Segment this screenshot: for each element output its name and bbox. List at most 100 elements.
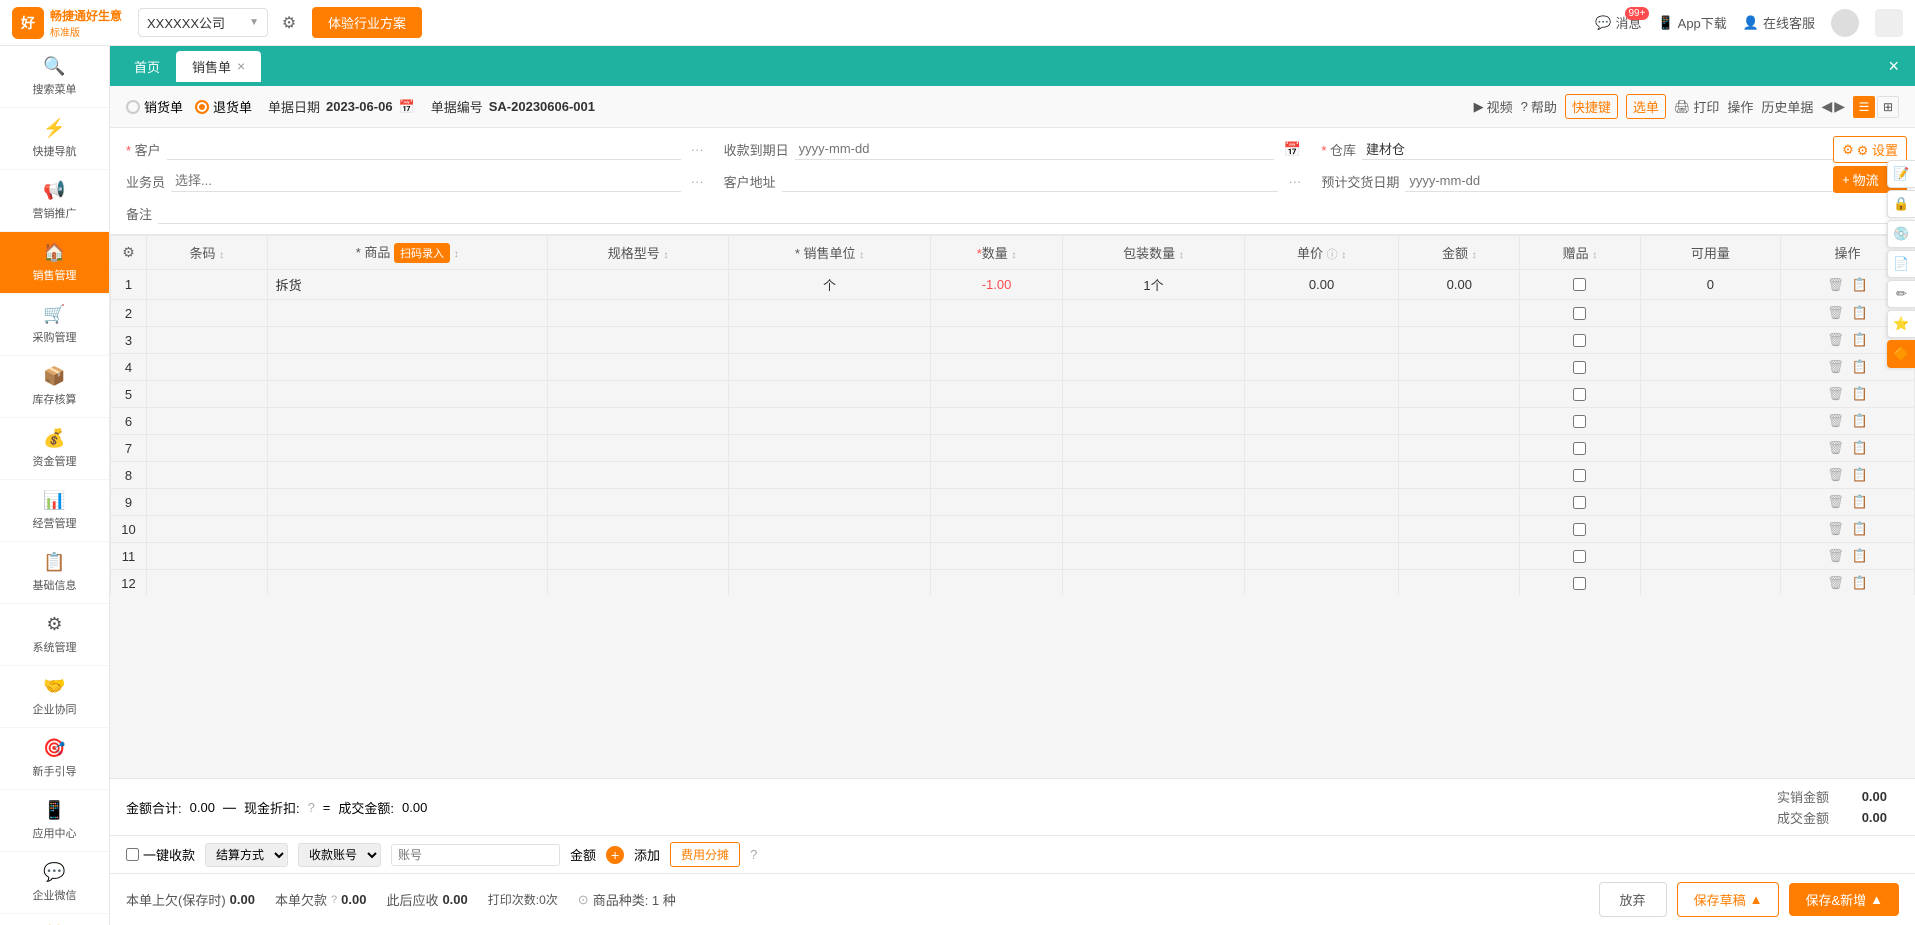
row-qty-11[interactable] — [930, 570, 1062, 596]
nav-next-icon[interactable]: ▶ — [1834, 98, 1845, 115]
select-btn[interactable]: 选单 — [1626, 94, 1666, 119]
row-specs-5[interactable] — [547, 408, 728, 435]
print-btn[interactable]: 🖨 打印 — [1674, 97, 1720, 116]
row-qty-7[interactable] — [930, 462, 1062, 489]
row-gift-4[interactable] — [1520, 381, 1641, 408]
help-btn[interactable]: ? 帮助 — [1521, 97, 1557, 116]
row-copy-icon-7[interactable]: 📋 — [1851, 467, 1867, 482]
sidebar-item-wechat[interactable]: 💬 企业微信 — [0, 852, 109, 914]
payment-date-input[interactable] — [795, 138, 1274, 160]
row-delete-icon-8[interactable]: 🗑 — [1827, 494, 1844, 509]
price-info-icon[interactable]: ⓘ — [1327, 249, 1338, 261]
customer-dots-icon[interactable]: ··· — [691, 142, 704, 157]
sidebar-item-quicknav[interactable]: ⚡ 快捷导航 — [0, 108, 109, 170]
row-goods-0[interactable]: 拆货 — [267, 270, 547, 300]
row-unit-7[interactable] — [729, 462, 931, 489]
row-gift-7[interactable] — [1520, 462, 1641, 489]
user-menu[interactable] — [1875, 9, 1903, 37]
row-copy-icon-4[interactable]: 📋 — [1851, 386, 1867, 401]
row-delete-icon-9[interactable]: 🗑 — [1827, 521, 1844, 536]
gift-checkbox-6[interactable] — [1573, 442, 1586, 455]
row-gift-11[interactable] — [1520, 570, 1641, 596]
discard-button[interactable]: 放弃 — [1599, 882, 1667, 917]
row-unit-0[interactable]: 个 — [729, 270, 931, 300]
row-pkg-qty-11[interactable] — [1063, 570, 1244, 596]
row-specs-7[interactable] — [547, 462, 728, 489]
sort-unit-icon[interactable]: ↕ — [859, 250, 864, 261]
message-btn[interactable]: 💬 消息 99+ — [1595, 13, 1641, 32]
sidebar-item-apps[interactable]: 📱 应用中心 — [0, 790, 109, 852]
row-delete-icon-2[interactable]: 🗑 — [1827, 332, 1844, 347]
sidebar-item-sales[interactable]: 🏠 销售管理 — [0, 232, 109, 294]
radio-sale[interactable]: 销货单 — [126, 97, 183, 116]
row-price-4[interactable] — [1244, 381, 1399, 408]
row-price-5[interactable] — [1244, 408, 1399, 435]
save-new-button[interactable]: 保存&新增 ▲ — [1789, 883, 1899, 916]
view-grid-icon[interactable]: ⊞ — [1877, 96, 1899, 118]
customer-input[interactable] — [167, 138, 681, 160]
row-price-3[interactable] — [1244, 354, 1399, 381]
row-amount-9[interactable] — [1399, 516, 1520, 543]
row-barcode-1[interactable] — [147, 300, 268, 327]
sidebar-item-purchase[interactable]: 🛒 采购管理 — [0, 294, 109, 356]
row-delete-icon-11[interactable]: 🗑 — [1827, 575, 1844, 590]
row-goods-11[interactable] — [267, 570, 547, 596]
row-amount-1[interactable] — [1399, 300, 1520, 327]
row-amount-11[interactable] — [1399, 570, 1520, 596]
calendar-icon[interactable]: 📅 — [399, 99, 415, 115]
sidebar-item-basic[interactable]: 📋 基础信息 — [0, 542, 109, 604]
gift-checkbox-10[interactable] — [1573, 550, 1586, 563]
right-panel-btn-2[interactable]: 🔒 — [1887, 190, 1915, 218]
right-panel-btn-1[interactable]: 📝 — [1887, 160, 1915, 188]
row-goods-4[interactable] — [267, 381, 547, 408]
row-goods-5[interactable] — [267, 408, 547, 435]
row-qty-5[interactable] — [930, 408, 1062, 435]
row-qty-0[interactable]: -1.00 — [930, 270, 1062, 300]
row-pkg-qty-0[interactable]: 1个 — [1063, 270, 1244, 300]
row-gift-9[interactable] — [1520, 516, 1641, 543]
row-pkg-qty-7[interactable] — [1063, 462, 1244, 489]
row-barcode-11[interactable] — [147, 570, 268, 596]
row-delete-icon-3[interactable]: 🗑 — [1827, 359, 1844, 374]
row-price-1[interactable] — [1244, 300, 1399, 327]
nav-prev-icon[interactable]: ◀ — [1821, 98, 1832, 115]
close-all-icon[interactable]: × — [1880, 56, 1907, 77]
row-delete-icon-5[interactable]: 🗑 — [1827, 413, 1844, 428]
row-barcode-2[interactable] — [147, 327, 268, 354]
row-goods-6[interactable] — [267, 435, 547, 462]
row-specs-2[interactable] — [547, 327, 728, 354]
row-amount-4[interactable] — [1399, 381, 1520, 408]
sidebar-item-finance[interactable]: 💰 资金管理 — [0, 418, 109, 480]
payment-calendar-icon[interactable]: 📅 — [1284, 141, 1301, 158]
row-specs-1[interactable] — [547, 300, 728, 327]
th-settings[interactable]: ⚙ — [111, 236, 147, 270]
row-goods-2[interactable] — [267, 327, 547, 354]
online-service-btn[interactable]: 👤 在线客服 — [1743, 13, 1815, 32]
row-barcode-5[interactable] — [147, 408, 268, 435]
row-specs-6[interactable] — [547, 435, 728, 462]
row-goods-8[interactable] — [267, 489, 547, 516]
gift-checkbox-2[interactable] — [1573, 334, 1586, 347]
row-amount-10[interactable] — [1399, 543, 1520, 570]
row-gift-6[interactable] — [1520, 435, 1641, 462]
sidebar-item-marketing[interactable]: 📢 营销推广 — [0, 170, 109, 232]
row-gift-0[interactable] — [1520, 270, 1641, 300]
row-unit-6[interactable] — [729, 435, 931, 462]
row-goods-7[interactable] — [267, 462, 547, 489]
row-amount-6[interactable] — [1399, 435, 1520, 462]
row-copy-icon-11[interactable]: 📋 — [1851, 575, 1867, 590]
row-pkg-qty-1[interactable] — [1063, 300, 1244, 327]
sidebar-item-search[interactable]: 🔍 搜索菜单 — [0, 46, 109, 108]
right-panel-btn-3[interactable]: 💿 — [1887, 220, 1915, 248]
settings-button[interactable]: ⚙ — [274, 8, 304, 38]
row-pkg-qty-3[interactable] — [1063, 354, 1244, 381]
row-gift-2[interactable] — [1520, 327, 1641, 354]
row-barcode-8[interactable] — [147, 489, 268, 516]
row-specs-4[interactable] — [547, 381, 728, 408]
add-payment-btn[interactable]: + — [606, 846, 624, 864]
right-panel-btn-5[interactable]: ✏ — [1887, 280, 1915, 308]
view-list-icon[interactable]: ☰ — [1853, 96, 1875, 118]
row-goods-9[interactable] — [267, 516, 547, 543]
tab-home[interactable]: 首页 — [118, 51, 176, 82]
salesperson-dots-icon[interactable]: ··· — [691, 174, 704, 189]
